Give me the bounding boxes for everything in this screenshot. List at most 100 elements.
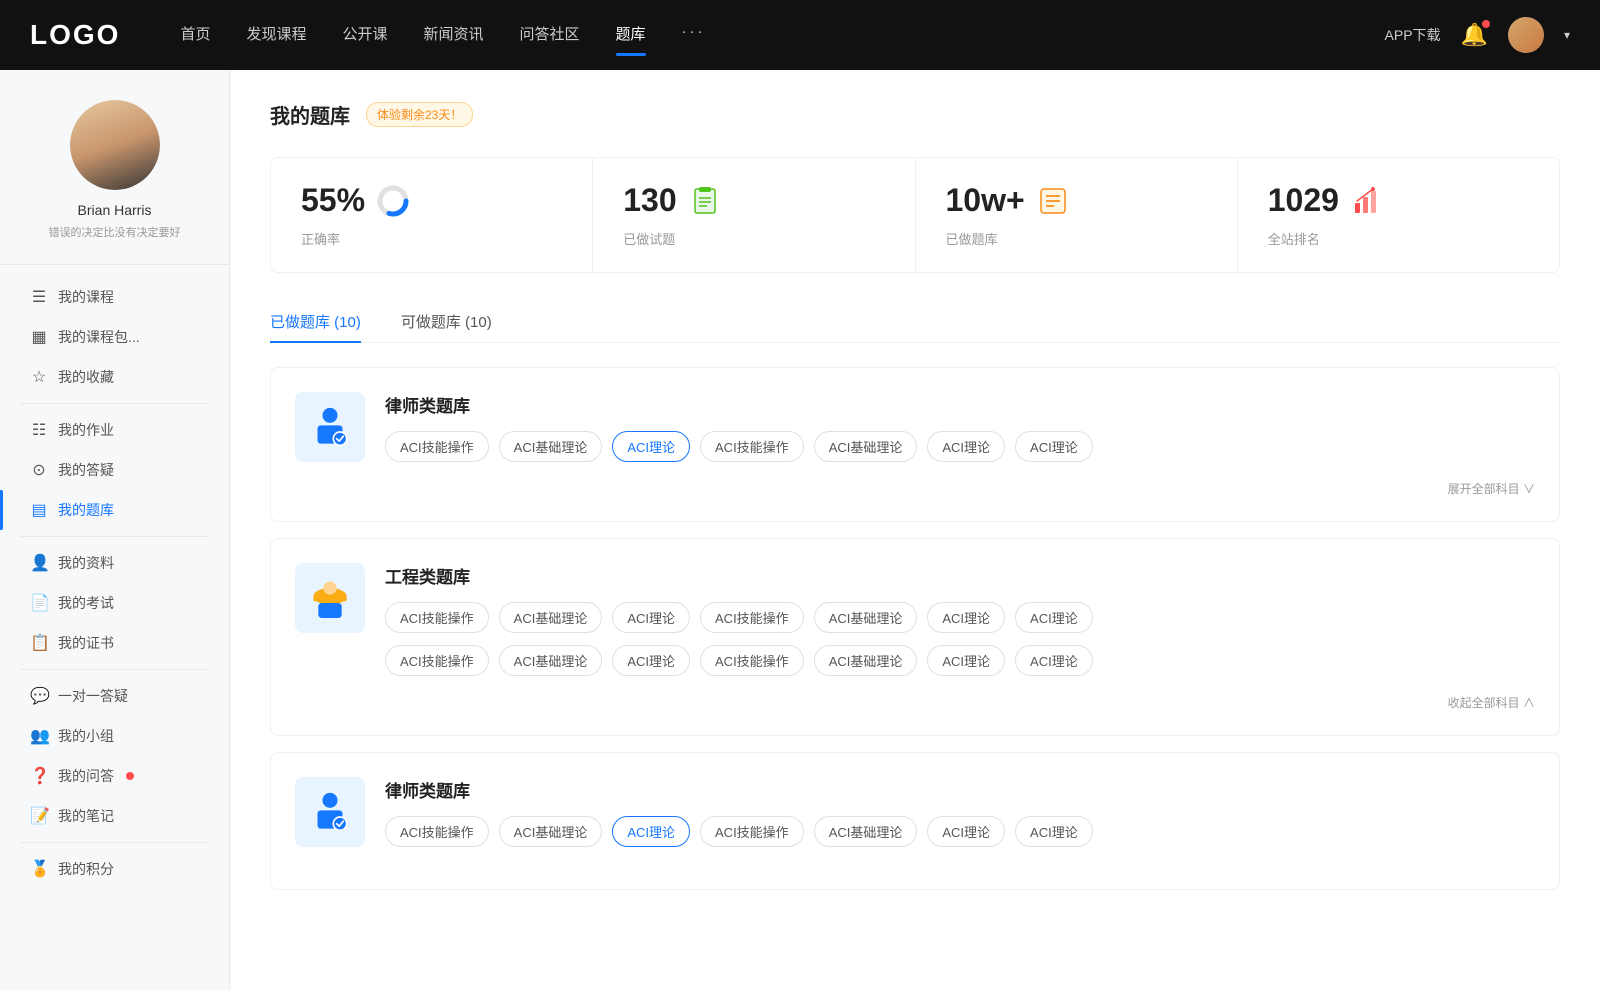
sidebar-item-label: 我的证书 [58, 633, 114, 653]
engineer-icon [295, 563, 365, 633]
stat-done-questions: 130 已做试题 [593, 158, 915, 272]
sidebar-item-profile[interactable]: 👤 我的资料 [0, 543, 229, 583]
avatar[interactable] [1508, 17, 1544, 53]
sidebar-item-homework[interactable]: ☷ 我的作业 [0, 410, 229, 450]
tag[interactable]: ACI技能操作 [385, 645, 489, 676]
subject-header: 律师类题库 ACI技能操作 ACI基础理论 ACI理论 ACI技能操作 ACI基… [295, 392, 1535, 462]
subject-info: 工程类题库 ACI技能操作 ACI基础理论 ACI理论 ACI技能操作 ACI基… [385, 563, 1535, 676]
sidebar-item-course-pkg[interactable]: ▦ 我的课程包... [0, 317, 229, 357]
tag[interactable]: ACI基础理论 [499, 645, 603, 676]
subject-title: 律师类题库 [385, 777, 1535, 802]
tab-done[interactable]: 已做题库 (10) [270, 301, 361, 342]
tag-active[interactable]: ACI理论 [612, 431, 690, 462]
sidebar-item-course[interactable]: ☰ 我的课程 [0, 277, 229, 317]
questions-badge [126, 772, 134, 780]
tag[interactable]: ACI技能操作 [700, 816, 804, 847]
sidebar-item-group[interactable]: 👥 我的小组 [0, 716, 229, 756]
sidebar-item-points[interactable]: 🏅 我的积分 [0, 849, 229, 889]
subject-header: 律师类题库 ACI技能操作 ACI基础理论 ACI理论 ACI技能操作 ACI基… [295, 777, 1535, 847]
lawyer2-icon [295, 777, 365, 847]
sidebar-profile: Brian Harris 错误的决定比没有决定要好 [0, 100, 229, 265]
sidebar-item-tutor[interactable]: 💬 一对一答疑 [0, 676, 229, 716]
tag[interactable]: ACI理论 [1015, 431, 1093, 462]
tag[interactable]: ACI技能操作 [385, 602, 489, 633]
notification-bell[interactable]: 🔔 [1461, 22, 1488, 48]
tag[interactable]: ACI理论 [612, 602, 690, 633]
homework-icon: ☷ [30, 420, 48, 440]
tag[interactable]: ACI技能操作 [385, 816, 489, 847]
page-title: 我的题库 [270, 100, 350, 129]
tag[interactable]: ACI基础理论 [499, 816, 603, 847]
sidebar-item-notes[interactable]: 📝 我的笔记 [0, 796, 229, 836]
donut-chart-icon [375, 183, 411, 219]
sidebar-item-questions[interactable]: ❓ 我的问答 [0, 756, 229, 796]
sidebar-item-label: 我的考试 [58, 593, 114, 613]
tag[interactable]: ACI基础理论 [814, 431, 918, 462]
sidebar-item-question-bank[interactable]: ▤ 我的题库 [0, 490, 229, 530]
user-motto: 错误的决定比没有决定要好 [49, 224, 181, 240]
tag[interactable]: ACI理论 [1015, 645, 1093, 676]
subject-tags: ACI技能操作 ACI基础理论 ACI理论 ACI技能操作 ACI基础理论 AC… [385, 816, 1535, 847]
nav-menu: 首页 发现课程 公开课 新闻资讯 问答社区 题库 ··· [180, 23, 1384, 48]
tag[interactable]: ACI理论 [927, 431, 1005, 462]
tag[interactable]: ACI理论 [1015, 602, 1093, 633]
nav-question-bank[interactable]: 题库 [616, 23, 646, 48]
logo[interactable]: LOGO [30, 19, 120, 51]
sidebar-item-label: 我的资料 [58, 553, 114, 573]
tag-active[interactable]: ACI理论 [612, 816, 690, 847]
sidebar-item-certificate[interactable]: 📋 我的证书 [0, 623, 229, 663]
nav-news[interactable]: 新闻资讯 [424, 23, 484, 48]
sidebar-item-label: 我的作业 [58, 420, 114, 440]
stat-value: 55% [301, 182, 365, 219]
stats-row: 55% 正确率 130 [270, 157, 1560, 273]
nav-open-course[interactable]: 公开课 [342, 23, 387, 48]
sidebar-item-exam[interactable]: 📄 我的考试 [0, 583, 229, 623]
tag[interactable]: ACI技能操作 [700, 602, 804, 633]
app-download-link[interactable]: APP下载 [1385, 25, 1441, 45]
sidebar-item-qa[interactable]: ⊙ 我的答疑 [0, 450, 229, 490]
tab-available[interactable]: 可做题库 (10) [401, 301, 492, 342]
notes-icon: 📝 [30, 806, 48, 826]
sidebar-item-label: 我的积分 [58, 859, 114, 879]
user-menu-chevron[interactable]: ▾ [1564, 28, 1570, 42]
tag[interactable]: ACI基础理论 [499, 431, 603, 462]
avatar-image [1508, 17, 1544, 53]
expand-link[interactable]: 展开全部科目 ∨ [1448, 480, 1535, 497]
menu-divider [20, 669, 209, 670]
stat-accuracy: 55% 正确率 [271, 158, 593, 272]
sidebar-item-label: 我的课程 [58, 287, 114, 307]
tag[interactable]: ACI理论 [927, 602, 1005, 633]
sidebar: Brian Harris 错误的决定比没有决定要好 ☰ 我的课程 ▦ 我的课程包… [0, 70, 230, 990]
nav-qa[interactable]: 问答社区 [520, 23, 580, 48]
menu-divider [20, 403, 209, 404]
tag[interactable]: ACI理论 [612, 645, 690, 676]
nav-discover[interactable]: 发现课程 [246, 23, 306, 48]
tag[interactable]: ACI理论 [1015, 816, 1093, 847]
stat-top: 10w+ [946, 182, 1207, 219]
sidebar-item-label: 我的问答 [58, 766, 114, 786]
tag[interactable]: ACI技能操作 [700, 431, 804, 462]
navbar-right: APP下载 🔔 ▾ [1385, 17, 1570, 53]
tag[interactable]: ACI技能操作 [700, 645, 804, 676]
profile-icon: 👤 [30, 553, 48, 573]
tag[interactable]: ACI技能操作 [385, 431, 489, 462]
tag[interactable]: ACI理论 [927, 816, 1005, 847]
tag[interactable]: ACI基础理论 [814, 645, 918, 676]
certificate-icon: 📋 [30, 633, 48, 653]
tag[interactable]: ACI理论 [927, 645, 1005, 676]
stat-label: 已做试题 [623, 229, 884, 248]
clipboard-icon [687, 183, 723, 219]
nav-home[interactable]: 首页 [180, 23, 210, 48]
nav-more[interactable]: ··· [682, 23, 706, 48]
subject-info: 律师类题库 ACI技能操作 ACI基础理论 ACI理论 ACI技能操作 ACI基… [385, 392, 1535, 462]
avatar [70, 100, 160, 190]
stat-top: 130 [623, 182, 884, 219]
sidebar-item-favorites[interactable]: ☆ 我的收藏 [0, 357, 229, 397]
tag[interactable]: ACI基础理论 [814, 816, 918, 847]
sidebar-item-label: 我的收藏 [58, 367, 114, 387]
tag[interactable]: ACI基础理论 [499, 602, 603, 633]
tag[interactable]: ACI基础理论 [814, 602, 918, 633]
collapse-link[interactable]: 收起全部科目 ∧ [1448, 694, 1535, 711]
exam-icon: 📄 [30, 593, 48, 613]
points-icon: 🏅 [30, 859, 48, 879]
